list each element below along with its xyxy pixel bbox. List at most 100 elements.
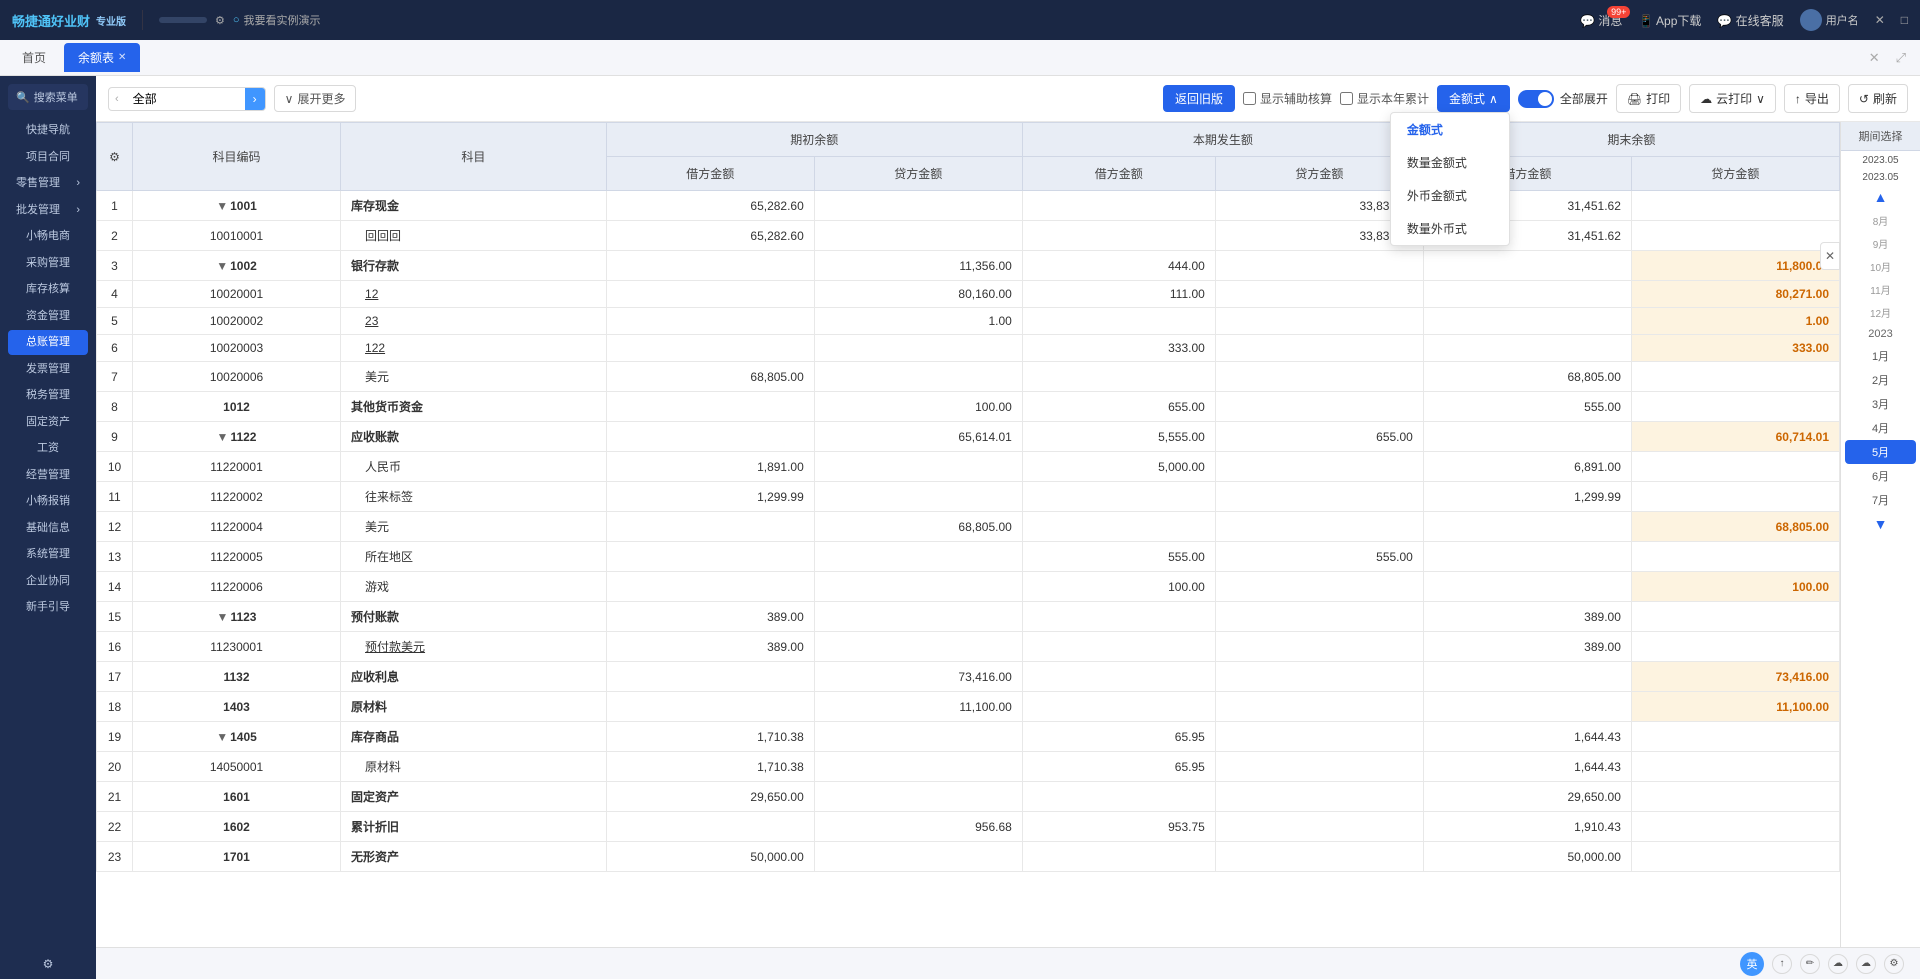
user-avatar[interactable]: 用户名 <box>1800 9 1859 31</box>
tab-bar: 首页 余额表 ✕ ✕ ⤢ <box>0 40 1920 76</box>
show-aux-checkbox[interactable] <box>1243 92 1256 105</box>
settings-icon[interactable]: ⚙ <box>215 14 225 27</box>
print-button[interactable]: 🖨 打印 <box>1616 84 1681 113</box>
window-close-button[interactable]: ✕ <box>1875 13 1885 27</box>
window-maximize-button[interactable]: □ <box>1901 13 1908 27</box>
period-month-9-2022[interactable]: 9月 <box>1841 232 1920 255</box>
row-amount-cell <box>606 572 814 602</box>
top-bar: 畅捷通好业财 专业版 ⚙ ○ 我要看实例演示 💬 消息 99+ 📱 App下载 … <box>0 0 1920 40</box>
period-month-11-2022[interactable]: 11月 <box>1841 278 1920 301</box>
sidebar-item-invoice[interactable]: 发票管理 <box>8 357 88 382</box>
tab-window-resize[interactable]: ⤢ <box>1890 50 1912 66</box>
sidebar-settings[interactable]: ⚙ <box>35 949 62 979</box>
cloud-print-button[interactable]: ☁ 云打印 ∨ <box>1689 84 1776 113</box>
period-month-5[interactable]: 5月 <box>1845 440 1916 464</box>
sidebar-item-salary[interactable]: 工资 <box>8 436 88 461</box>
online-service-link[interactable]: 💬 在线客服 <box>1717 12 1783 29</box>
sidebar-search[interactable]: 🔍 搜索菜单 <box>8 84 88 110</box>
period-year-2023: 2023 <box>1841 324 1920 344</box>
period-month-10-2022[interactable]: 10月 <box>1841 255 1920 278</box>
refresh-button[interactable]: ↺ 刷新 <box>1848 84 1908 113</box>
row-amount-cell <box>814 632 1022 662</box>
row-subject-name: 往来标签 <box>341 482 607 512</box>
amount-mode-button[interactable]: 金额式 ∧ <box>1437 85 1510 112</box>
sidebar-item-ledger[interactable]: 总账管理 <box>8 330 88 355</box>
row-subject-name[interactable]: 12 <box>341 281 607 308</box>
table-settings-header[interactable]: ⚙ <box>97 123 133 191</box>
search-box: ‹ › <box>108 87 266 111</box>
period-month-1[interactable]: 1月 <box>1841 344 1920 368</box>
sidebar-item-system[interactable]: 系统管理 <box>8 542 88 567</box>
close-panel-button[interactable]: ✕ <box>1820 242 1840 270</box>
row-amount-cell <box>1423 572 1631 602</box>
row-account-code: 11220004 <box>133 512 341 542</box>
demo-link[interactable]: ○ 我要看实例演示 <box>233 12 321 28</box>
period-month-3[interactable]: 3月 <box>1841 392 1920 416</box>
period-up-arrow[interactable]: ▲ <box>1841 185 1920 209</box>
cloud-sync-icon[interactable]: ☁ <box>1828 954 1848 974</box>
settings-bottom-icon[interactable]: ⚙ <box>1884 954 1904 974</box>
row-amount-cell <box>1631 602 1839 632</box>
row-amount-cell: 333.00 <box>1631 335 1839 362</box>
dropdown-item-foreign-amount[interactable]: 外币金额式 <box>1391 179 1509 212</box>
search-bar[interactable] <box>159 17 207 23</box>
sidebar-item-basic[interactable]: 基础信息 <box>8 516 88 541</box>
tab-window-close[interactable]: ✕ <box>1863 50 1886 66</box>
dropdown-item-qty-amount[interactable]: 数量金额式 <box>1391 146 1509 179</box>
show-ytd-checkbox[interactable] <box>1340 92 1353 105</box>
show-ytd-check-label[interactable]: 显示本年累计 <box>1340 90 1429 107</box>
period-month-4[interactable]: 4月 <box>1841 416 1920 440</box>
row-subject-name: 美元 <box>341 362 607 392</box>
tab-home[interactable]: 首页 <box>8 43 60 72</box>
row-amount-cell: 1.00 <box>1631 308 1839 335</box>
dropdown-item-amount[interactable]: 金额式 <box>1391 113 1509 146</box>
sidebar-item-ecommerce[interactable]: 小畅电商 <box>8 224 88 249</box>
sidebar-item-assets[interactable]: 固定资产 <box>8 410 88 435</box>
expand-more-button[interactable]: ∨ 展开更多 <box>274 85 357 112</box>
period-month-2[interactable]: 2月 <box>1841 368 1920 392</box>
export-button[interactable]: ↑ 导出 <box>1784 84 1840 113</box>
show-aux-check-label[interactable]: 显示辅助核算 <box>1243 90 1332 107</box>
sidebar-item-project[interactable]: 项目合同 <box>8 145 88 170</box>
sidebar-item-inventory[interactable]: 库存核算 <box>8 277 88 302</box>
row-amount-cell <box>606 542 814 572</box>
row-subject-name[interactable]: 23 <box>341 308 607 335</box>
notification-button[interactable]: 💬 消息 99+ <box>1580 12 1622 29</box>
dropdown-item-qty-foreign[interactable]: 数量外币式 <box>1391 212 1509 245</box>
row-amount-cell: 65.95 <box>1022 722 1215 752</box>
period-month-8-2022[interactable]: 8月 <box>1841 209 1920 232</box>
row-amount-cell <box>1215 602 1423 632</box>
row-subject-name[interactable]: 预付款美元 <box>341 632 607 662</box>
row-amount-cell <box>1215 632 1423 662</box>
search-arrow-button[interactable]: › <box>245 88 265 110</box>
toolbar-left: ‹ › ∨ 展开更多 <box>108 85 1155 112</box>
sidebar-item-quick-nav[interactable]: 快捷导航 <box>8 118 88 143</box>
sidebar-item-purchase[interactable]: 采购管理 <box>8 251 88 276</box>
sidebar-item-retail[interactable]: 零售管理› <box>8 171 88 196</box>
tab-balance[interactable]: 余额表 ✕ <box>64 43 140 72</box>
search-input[interactable] <box>125 88 245 110</box>
row-subject-name[interactable]: 122 <box>341 335 607 362</box>
row-account-code: 10020006 <box>133 362 341 392</box>
sidebar-item-report[interactable]: 小畅报销 <box>8 489 88 514</box>
sidebar-item-wholesale[interactable]: 批发管理› <box>8 198 88 223</box>
period-month-7[interactable]: 7月 <box>1841 488 1920 512</box>
sidebar-item-capital[interactable]: 资金管理 <box>8 304 88 329</box>
period-down-arrow[interactable]: ▼ <box>1841 512 1920 536</box>
table-row: 221602累计折旧956.68953.751,910.43 <box>97 812 1840 842</box>
lang-icon[interactable]: 英 <box>1740 952 1764 976</box>
sidebar-item-guide[interactable]: 新手引导 <box>8 595 88 620</box>
edit-icon[interactable]: ✏ <box>1800 954 1820 974</box>
expand-all-toggle[interactable] <box>1518 90 1554 108</box>
row-amount-cell: 1,299.99 <box>606 482 814 512</box>
sidebar-item-operations[interactable]: 经营管理 <box>8 463 88 488</box>
period-month-6[interactable]: 6月 <box>1841 464 1920 488</box>
cloud-icon2[interactable]: ☁ <box>1856 954 1876 974</box>
sidebar-item-tax[interactable]: 税务管理 <box>8 383 88 408</box>
upload-icon[interactable]: ↑ <box>1772 954 1792 974</box>
tab-balance-close[interactable]: ✕ <box>118 52 126 63</box>
sidebar-item-corp[interactable]: 企业协同 <box>8 569 88 594</box>
period-month-12-2022[interactable]: 12月 <box>1841 301 1920 324</box>
app-download-link[interactable]: 📱 App下载 <box>1638 12 1701 29</box>
return-old-version-button[interactable]: 返回旧版 <box>1163 85 1235 112</box>
